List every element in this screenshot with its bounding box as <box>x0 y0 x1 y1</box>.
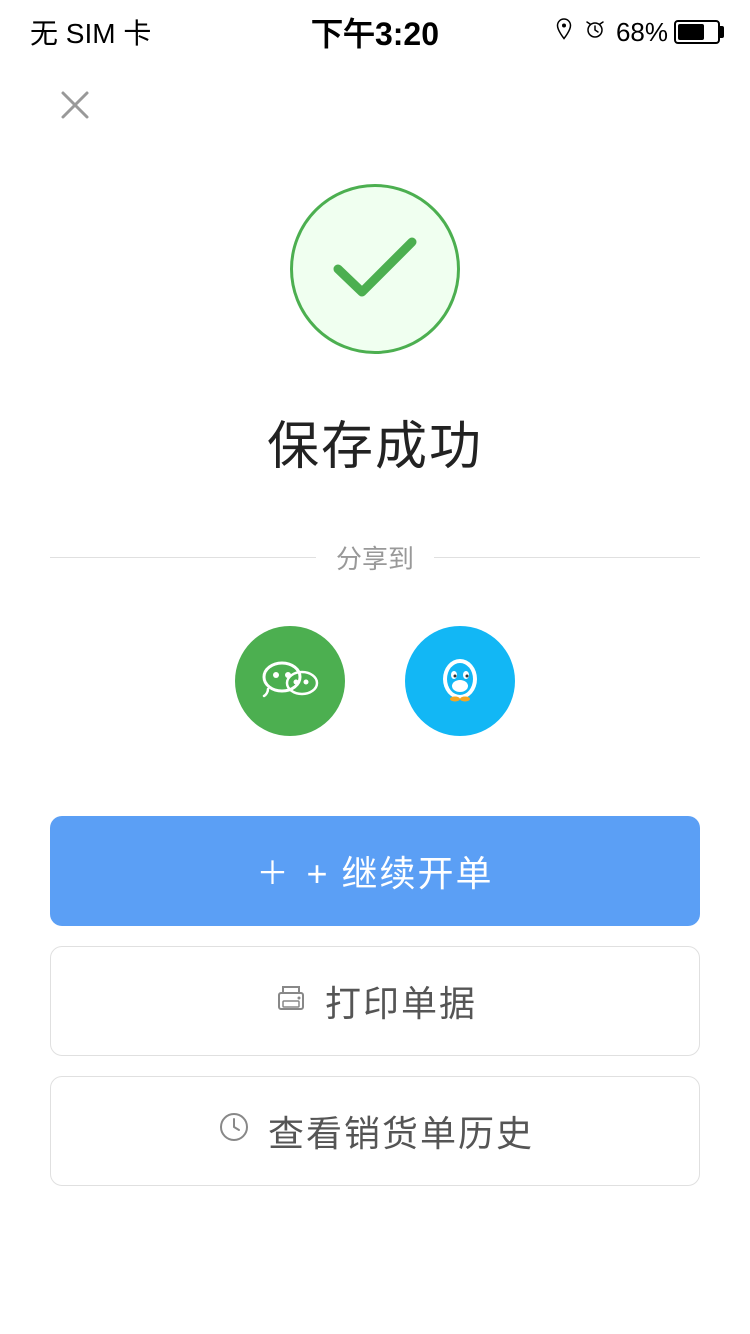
battery-container: 68% <box>616 17 720 48</box>
continue-button[interactable]: ＋ + 继续开单 <box>50 816 700 926</box>
history-label: 查看销货单历史 <box>268 1105 534 1157</box>
battery-text: 68% <box>616 17 668 48</box>
divider-line-left <box>50 557 316 558</box>
share-divider: 分享到 <box>50 539 700 576</box>
printer-icon <box>273 979 309 1023</box>
action-buttons: ＋ + 继续开单 打印单据 查看销货单历 <box>50 816 700 1186</box>
wechat-icon <box>258 649 323 714</box>
continue-label: + 继续开单 <box>306 845 493 897</box>
print-button[interactable]: 打印单据 <box>50 946 700 1056</box>
alarm-icon <box>584 17 606 48</box>
status-bar-right: 68% <box>554 17 720 48</box>
qq-share-button[interactable] <box>405 626 515 736</box>
battery-icon <box>674 20 720 44</box>
divider-line-right <box>434 557 700 558</box>
status-bar-left: 无 SIM 卡 <box>30 12 161 52</box>
clock-icon <box>216 1109 252 1153</box>
history-button[interactable]: 查看销货单历史 <box>50 1076 700 1186</box>
share-divider-text: 分享到 <box>336 539 414 576</box>
plus-icon: ＋ <box>256 848 290 894</box>
sim-status: 无 SIM 卡 <box>30 12 151 52</box>
status-bar: 无 SIM 卡 下午3:20 <box>0 0 750 64</box>
main-content: 保存成功 分享到 <box>0 64 750 1186</box>
success-title: 保存成功 <box>267 404 483 479</box>
qq-icon <box>428 649 493 714</box>
location-icon <box>554 17 574 48</box>
print-label: 打印单据 <box>325 975 477 1027</box>
success-icon-circle <box>290 184 460 354</box>
wechat-share-button[interactable] <box>235 626 345 736</box>
checkmark-icon <box>330 234 420 304</box>
close-button[interactable] <box>50 80 100 130</box>
status-bar-time: 下午3:20 <box>311 9 439 55</box>
share-icons-container <box>235 626 515 736</box>
battery-fill <box>678 24 704 40</box>
